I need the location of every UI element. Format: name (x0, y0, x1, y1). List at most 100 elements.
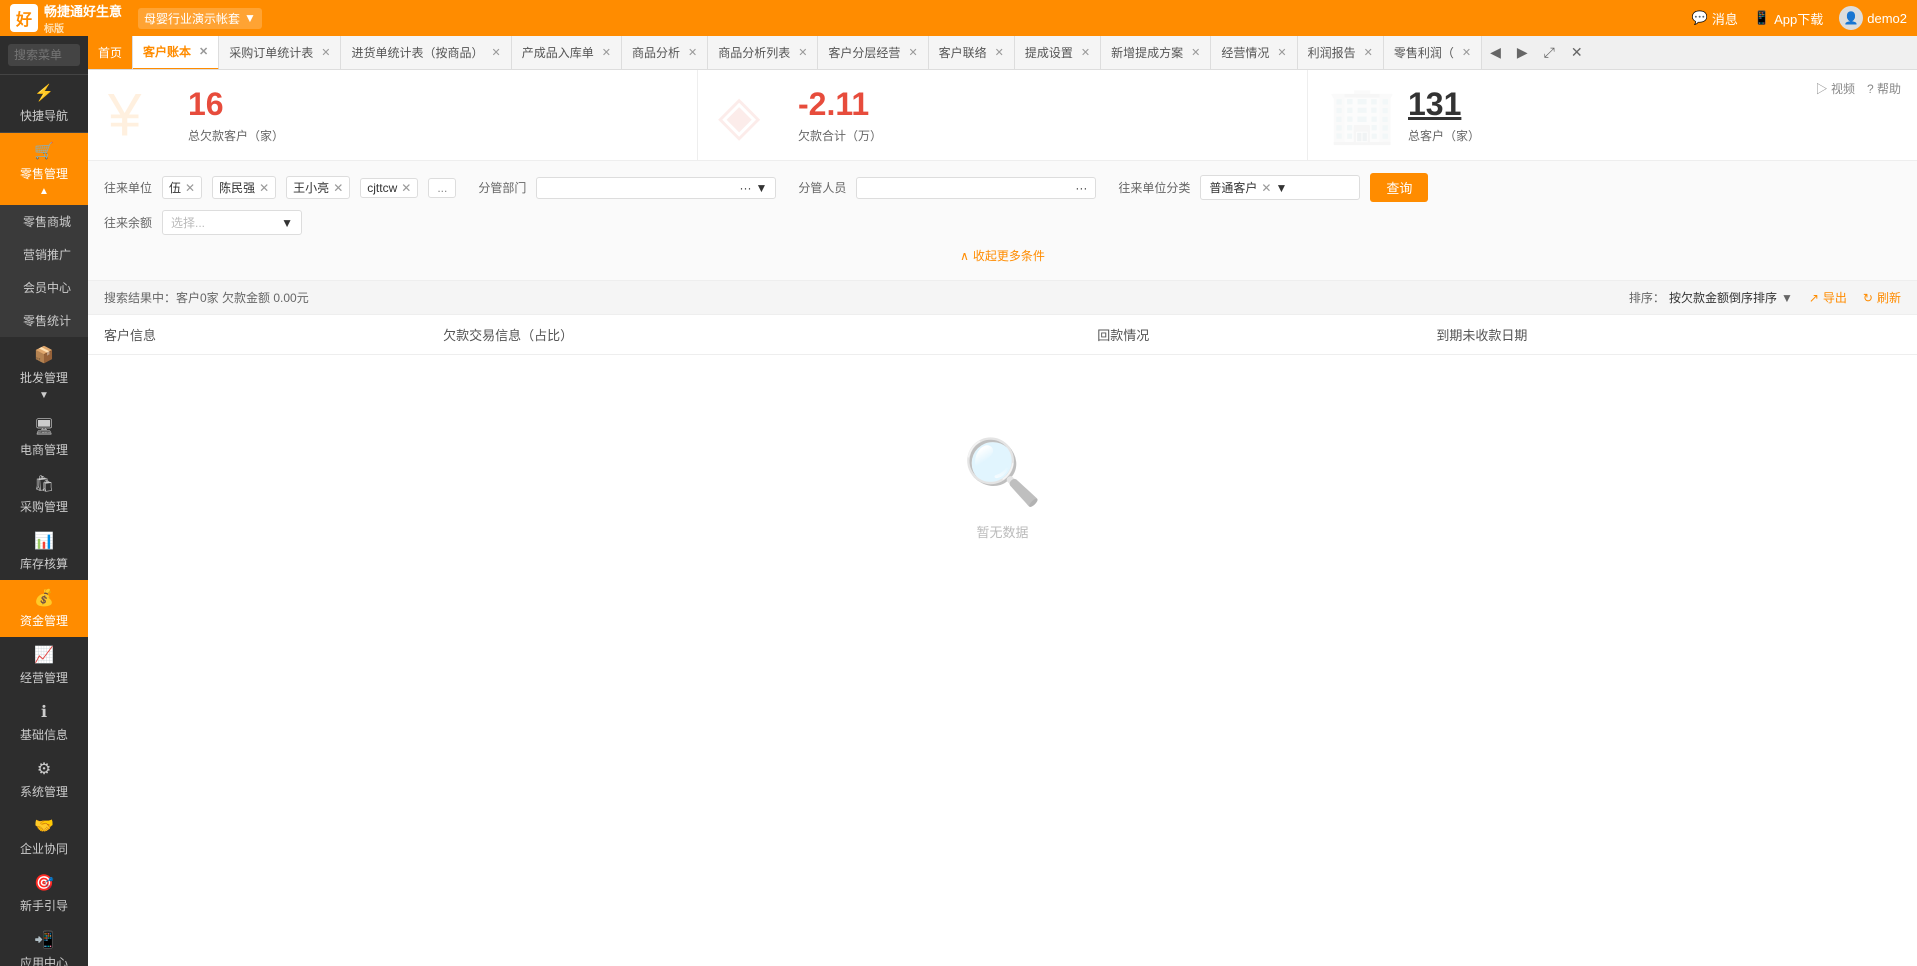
dept-select[interactable]: ··· ▼ (536, 177, 776, 199)
results-summary: 搜索结果中：客户0家 欠款金额 0.00元 (104, 289, 309, 306)
sidebar-item-ops-mgmt[interactable]: 📈 经营管理 (0, 637, 88, 694)
remove-tag-chen[interactable]: ✕ (259, 181, 269, 195)
remove-tag-cjttcw[interactable]: ✕ (401, 181, 411, 195)
person-label: 分管人员 (798, 179, 846, 196)
sidebar-item-system-mgmt[interactable]: ⚙ 系统管理 (0, 751, 88, 808)
sidebar-item-new-guide[interactable]: 🎯 新手引导 (0, 865, 88, 922)
video-help-links: ▷ 视频 ? 帮助 (1816, 80, 1901, 97)
help-link[interactable]: ? 帮助 (1867, 80, 1901, 97)
sidebar-item-member-center[interactable]: 会员中心 (0, 271, 88, 304)
sidebar-item-retail-stats[interactable]: 零售统计 (0, 304, 88, 337)
sidebar-item-purchase-mgmt[interactable]: 🛍 采购管理 (0, 466, 88, 523)
col-customer-info: 客户信息 (88, 315, 427, 355)
tab-customer-contact[interactable]: 客户联络 ✕ (929, 36, 1015, 70)
account-selector[interactable]: 母婴行业演示帐套 ▼ (138, 8, 262, 29)
main-layout: ⚡ 快捷导航 🛒 零售管理 ▲ 零售商城 营销推广 会员中心 (0, 36, 1917, 966)
video-link[interactable]: ▷ 视频 (1816, 80, 1855, 97)
filter-section: 往来单位 伍 ✕ 陈民强 ✕ 王小亮 ✕ (88, 161, 1917, 281)
tab-close-new-boost[interactable]: ✕ (1191, 46, 1200, 59)
query-button[interactable]: 查询 (1370, 173, 1428, 202)
sidebar-item-enterprise-coop[interactable]: 🤝 企业协同 (0, 808, 88, 865)
col-repayment: 回款情况 (1081, 315, 1420, 355)
tab-accounts[interactable]: 客户账本 ✕ (133, 36, 219, 70)
sort-select[interactable]: 排序： 按欠款金额倒序排序 ▼ (1629, 289, 1793, 306)
main-content: ¥ 16 总欠款客户（家） ◈ -2.11 欠款合计（万） (88, 70, 1917, 966)
tab-retail-profit[interactable]: 零售利润（ ✕ (1384, 36, 1482, 70)
stat-bg-icon-1: ¥ (108, 81, 141, 150)
sidebar-item-ecom-mgmt[interactable]: 🖥 电商管理 (0, 409, 88, 466)
sidebar-item-app-center[interactable]: 📲 应用中心 (0, 922, 88, 966)
col-debt-info: 欠款交易信息（占比） (427, 315, 1081, 355)
empty-text: 暂无数据 (976, 522, 1028, 541)
more-tags-btn[interactable]: ... (428, 178, 456, 198)
stat-label-total-customers: 总客户（家） (1408, 127, 1480, 144)
tab-close-all[interactable]: ✕ (1563, 36, 1591, 70)
quick-nav-icon: ⚡ (34, 83, 54, 103)
message-button[interactable]: 💬 消息 (1692, 9, 1738, 28)
tab-profit-report[interactable]: 利润报告 ✕ (1298, 36, 1384, 70)
sidebar-item-finance-mgmt[interactable]: 💰 资金管理 (0, 580, 88, 637)
tab-customer-tier[interactable]: 客户分层经营 ✕ (818, 36, 928, 70)
tab-operations[interactable]: 经营情况 ✕ (1211, 36, 1297, 70)
balance-label: 往来余额 (104, 214, 152, 231)
tab-scroll-left[interactable]: ◀ (1482, 36, 1509, 70)
tab-scroll-right[interactable]: ▶ (1509, 36, 1536, 70)
stat-label-total-debt: 欠款合计（万） (798, 127, 882, 144)
tab-home[interactable]: 首页 (88, 36, 133, 70)
sidebar-item-basic-info[interactable]: ℹ 基础信息 (0, 694, 88, 751)
tab-close-purchase-orders[interactable]: ✕ (321, 46, 330, 59)
person-select[interactable]: ··· (856, 177, 1096, 199)
tab-close-retail-profit[interactable]: ✕ (1462, 46, 1471, 59)
stat-info-2: -2.11 欠款合计（万） (798, 86, 882, 144)
logo-sub: 标版 (44, 20, 122, 35)
sidebar-item-retail-mgmt[interactable]: 🛒 零售管理 ▲ (0, 133, 88, 205)
sidebar-item-quick-nav[interactable]: ⚡ 快捷导航 (0, 75, 88, 133)
tab-close-product-analysis[interactable]: ✕ (688, 46, 697, 59)
tab-close-purchase-stats[interactable]: ✕ (492, 46, 501, 59)
tab-close-product-inbound[interactable]: ✕ (602, 46, 611, 59)
stat-card-debt-customers: ¥ 16 总欠款客户（家） (88, 70, 698, 160)
tab-close-profit-report[interactable]: ✕ (1364, 46, 1373, 59)
stat-info-1: 16 总欠款客户（家） (188, 86, 284, 144)
search-input[interactable] (8, 44, 80, 66)
refresh-button[interactable]: ↻ 刷新 (1863, 289, 1901, 306)
app-download-button[interactable]: 📱 App下载 (1754, 9, 1823, 28)
balance-select[interactable]: 选择... ▼ (162, 210, 302, 235)
tab-close-product-analysis-list[interactable]: ✕ (798, 46, 807, 59)
unit-label: 往来单位 (104, 179, 152, 196)
tab-boost-settings[interactable]: 提成设置 ✕ (1015, 36, 1101, 70)
tab-close-boost-settings[interactable]: ✕ (1081, 46, 1090, 59)
filter-tag-wang: 王小亮 ✕ (286, 176, 350, 199)
stat-number-debt-customers: 16 (188, 86, 284, 123)
tab-product-inbound[interactable]: 产成品入库单 ✕ (512, 36, 622, 70)
tab-maximize[interactable]: ⤢ (1536, 36, 1563, 70)
tab-close-accounts[interactable]: ✕ (199, 45, 208, 58)
filter-row-1: 往来单位 伍 ✕ 陈民强 ✕ 王小亮 ✕ (104, 173, 1901, 202)
sidebar-item-wholesale-mgmt[interactable]: 📦 批发管理 ▼ (0, 337, 88, 409)
export-button[interactable]: ↗ 导出 (1809, 289, 1847, 306)
user-menu[interactable]: 👤 demo2 (1839, 6, 1907, 30)
tab-close-customer-contact[interactable]: ✕ (995, 46, 1004, 59)
stat-card-total-customers: 🏢 131 总客户（家） ▷ 视频 ? 帮助 (1308, 70, 1917, 160)
stats-section: ¥ 16 总欠款客户（家） ◈ -2.11 欠款合计（万） (88, 70, 1917, 161)
tab-new-boost[interactable]: 新增提成方案 ✕ (1101, 36, 1211, 70)
remove-tag-wang[interactable]: ✕ (333, 181, 343, 195)
tab-product-analysis-list[interactable]: 商品分析列表 ✕ (708, 36, 818, 70)
col-due-date: 到期未收款日期 (1420, 315, 1917, 355)
sidebar-item-retail-mall[interactable]: 零售商城 (0, 205, 88, 238)
sidebar-item-inventory[interactable]: 📊 库存核算 (0, 523, 88, 580)
stat-number-total-debt: -2.11 (798, 86, 882, 123)
category-select[interactable]: 普通客户 ✕ ▼ (1200, 175, 1360, 200)
tab-close-operations[interactable]: ✕ (1277, 46, 1286, 59)
sidebar-item-marketing[interactable]: 营销推广 (0, 238, 88, 271)
tab-close-customer-tier[interactable]: ✕ (908, 46, 917, 59)
collapse-button[interactable]: ∧ 收起更多条件 (104, 243, 1901, 268)
tab-product-analysis[interactable]: 商品分析 ✕ (622, 36, 708, 70)
dept-label: 分管部门 (478, 179, 526, 196)
remove-tag-wu[interactable]: ✕ (185, 181, 195, 195)
remove-category-tag[interactable]: ✕ (1261, 181, 1271, 195)
tab-purchase-stats[interactable]: 进货单统计表（按商品） ✕ (341, 36, 511, 70)
tab-purchase-orders[interactable]: 采购订单统计表 ✕ (219, 36, 341, 70)
logo: 好 畅捷通好生意 标版 (10, 1, 122, 35)
results-bar: 搜索结果中：客户0家 欠款金额 0.00元 排序： 按欠款金额倒序排序 ▼ ↗ … (88, 281, 1917, 315)
